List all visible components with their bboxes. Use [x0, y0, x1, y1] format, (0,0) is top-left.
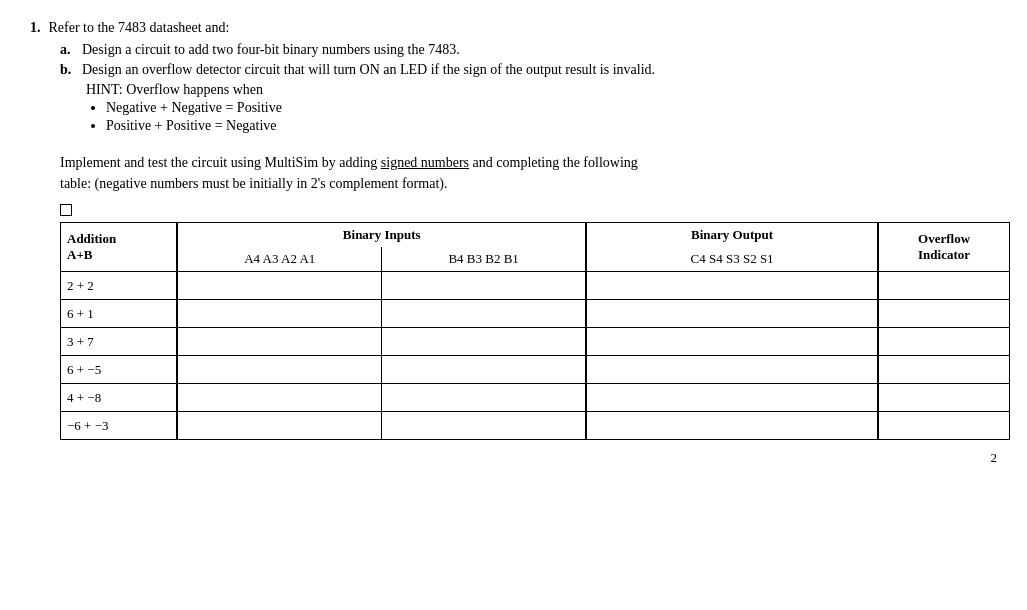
row-2-output — [586, 300, 878, 328]
part-b-text: Design an overflow detector circuit that… — [82, 62, 655, 78]
row-5-output — [586, 384, 878, 412]
row-2-b-inputs — [382, 300, 586, 328]
row-3-addition: 3 + 7 — [61, 328, 178, 356]
col-binary-output-header: Binary Output — [586, 223, 878, 248]
data-table: Addition A+B Binary Inputs Binary Output… — [60, 222, 1010, 440]
bullet-list: Negative + Negative = Positive Positive … — [106, 100, 997, 134]
row-5-b-inputs — [382, 384, 586, 412]
row-6-a-inputs — [177, 412, 381, 440]
table-row: 2 + 2 — [61, 272, 1010, 300]
col-addition-header: Addition A+B — [61, 223, 178, 272]
hint-line: HINT: Overflow happens when — [86, 82, 997, 98]
problem-container: 1. Refer to the 7483 datasheet and: a. D… — [30, 20, 997, 466]
hint-block: HINT: Overflow happens when Negative + N… — [86, 82, 997, 134]
table-row: 4 + −8 — [61, 384, 1010, 412]
problem-number: 1. — [30, 20, 41, 36]
row-3-b-inputs — [382, 328, 586, 356]
row-5-a-inputs — [177, 384, 381, 412]
row-5-overflow — [878, 384, 1009, 412]
page-number: 2 — [30, 450, 997, 466]
table-container: Addition A+B Binary Inputs Binary Output… — [60, 204, 997, 440]
row-3-output — [586, 328, 878, 356]
row-3-overflow — [878, 328, 1009, 356]
row-4-a-inputs — [177, 356, 381, 384]
col-overflow-header: Overflow Indicator — [878, 223, 1009, 272]
table-row: −6 + −3 — [61, 412, 1010, 440]
row-6-overflow — [878, 412, 1009, 440]
col-output: C4 S4 S3 S2 S1 — [586, 247, 878, 272]
problem-line: 1. Refer to the 7483 datasheet and: — [30, 20, 997, 36]
row-2-addition: 6 + 1 — [61, 300, 178, 328]
table-row: 6 + −5 — [61, 356, 1010, 384]
row-4-addition: 6 + −5 — [61, 356, 178, 384]
part-a-text: Design a circuit to add two four-bit bin… — [82, 42, 460, 58]
header-row-top: Addition A+B Binary Inputs Binary Output… — [61, 223, 1010, 248]
row-1-overflow — [878, 272, 1009, 300]
row-3-a-inputs — [177, 328, 381, 356]
bullet-item-1: Negative + Negative = Positive — [106, 100, 997, 116]
paragraph: Implement and test the circuit using Mul… — [60, 152, 997, 194]
underline-text: signed numbers — [381, 155, 469, 170]
checkbox-row — [60, 204, 997, 220]
part-a: a. Design a circuit to add two four-bit … — [60, 42, 997, 58]
header-row-bottom: A4 A3 A2 A1 B4 B3 B2 B1 C4 S4 S3 S2 S1 — [61, 247, 1010, 272]
part-b: b. Design an overflow detector circuit t… — [60, 62, 997, 78]
part-a-label: a. — [60, 42, 76, 58]
row-1-addition: 2 + 2 — [61, 272, 178, 300]
row-1-b-inputs — [382, 272, 586, 300]
row-2-a-inputs — [177, 300, 381, 328]
row-1-output — [586, 272, 878, 300]
row-4-output — [586, 356, 878, 384]
bullet-item-2: Positive + Positive = Negative — [106, 118, 997, 134]
col-a-inputs: A4 A3 A2 A1 — [177, 247, 381, 272]
col-b-inputs: B4 B3 B2 B1 — [382, 247, 586, 272]
table-row: 3 + 7 — [61, 328, 1010, 356]
row-2-overflow — [878, 300, 1009, 328]
row-4-overflow — [878, 356, 1009, 384]
table-body: 2 + 2 6 + 1 3 + 7 — [61, 272, 1010, 440]
part-b-label: b. — [60, 62, 76, 78]
checkbox-icon — [60, 204, 72, 216]
problem-intro: Refer to the 7483 datasheet and: — [49, 20, 230, 36]
row-4-b-inputs — [382, 356, 586, 384]
row-1-a-inputs — [177, 272, 381, 300]
row-5-addition: 4 + −8 — [61, 384, 178, 412]
table-row: 6 + 1 — [61, 300, 1010, 328]
row-6-output — [586, 412, 878, 440]
col-binary-inputs-header: Binary Inputs — [177, 223, 586, 248]
row-6-b-inputs — [382, 412, 586, 440]
row-6-addition: −6 + −3 — [61, 412, 178, 440]
